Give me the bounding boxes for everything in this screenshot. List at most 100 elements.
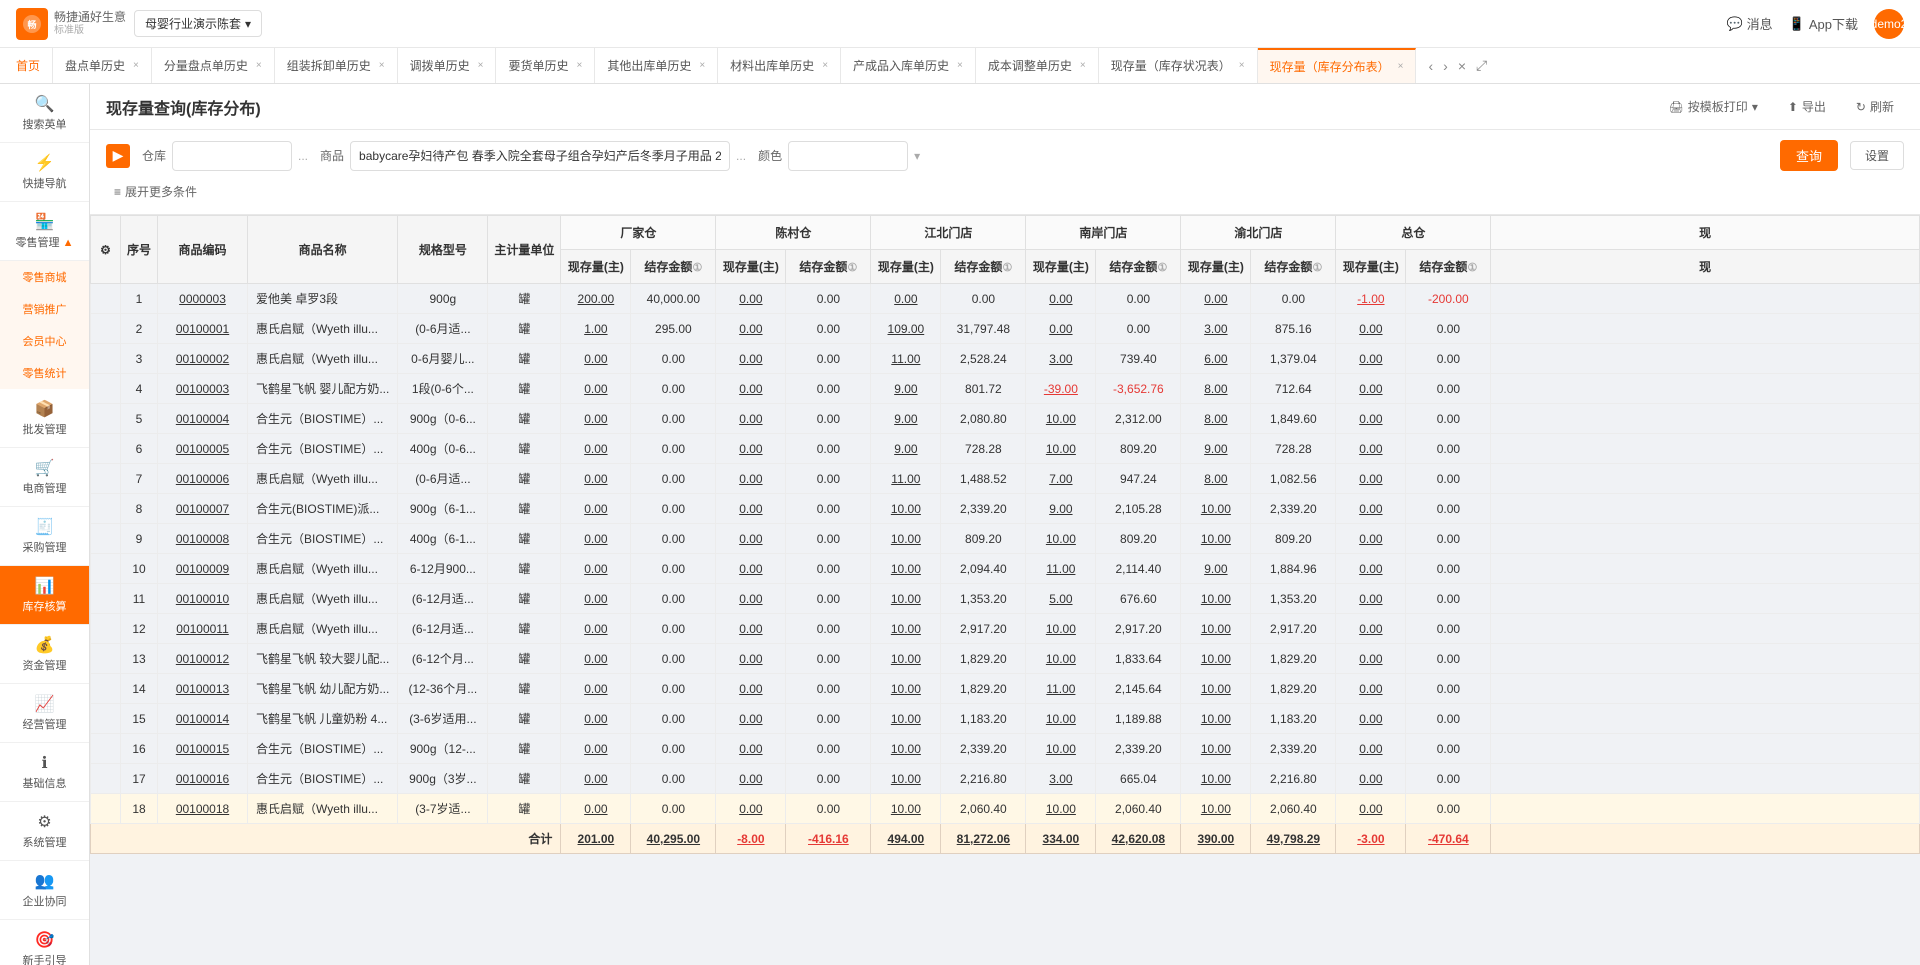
row-c3q[interactable]: 11.00 xyxy=(871,344,941,374)
tab-6[interactable]: 其他出库单历史 × xyxy=(595,48,718,84)
row-c1q[interactable]: 0.00 xyxy=(561,734,631,764)
sidebar-item-guide[interactable]: 🎯 新手引导 xyxy=(0,920,89,965)
row-tq[interactable]: 0.00 xyxy=(1336,464,1406,494)
row-c4q[interactable]: 10.00 xyxy=(1026,734,1096,764)
row-code[interactable]: 00100013 xyxy=(158,674,248,704)
row-c4q[interactable]: 11.00 xyxy=(1026,554,1096,584)
tab-close-4[interactable]: × xyxy=(478,60,484,71)
row-c4q[interactable]: 10.00 xyxy=(1026,524,1096,554)
row-code[interactable]: 00100012 xyxy=(158,644,248,674)
row-c1q[interactable]: 0.00 xyxy=(561,704,631,734)
goods-input[interactable] xyxy=(350,141,730,171)
app-download-action[interactable]: 📱 App下载 xyxy=(1789,14,1858,33)
row-c2q[interactable]: 0.00 xyxy=(716,404,786,434)
footer-c1a[interactable]: 40,295.00 xyxy=(631,824,716,854)
warehouse-ellipsis[interactable]: ... xyxy=(298,149,308,163)
row-c1q[interactable]: 0.00 xyxy=(561,524,631,554)
row-c1q[interactable]: 0.00 xyxy=(561,434,631,464)
row-code[interactable]: 00100003 xyxy=(158,374,248,404)
row-c3q[interactable]: 10.00 xyxy=(871,494,941,524)
footer-c2q[interactable]: -8.00 xyxy=(716,824,786,854)
sidebar-item-purchase[interactable]: 🧾 采购管理 xyxy=(0,507,89,566)
row-c2q[interactable]: 0.00 xyxy=(716,434,786,464)
row-c1q[interactable]: 0.00 xyxy=(561,344,631,374)
row-c1q[interactable]: 0.00 xyxy=(561,494,631,524)
row-c2q[interactable]: 0.00 xyxy=(716,614,786,644)
row-tq[interactable]: 0.00 xyxy=(1336,644,1406,674)
row-c4q[interactable]: 3.00 xyxy=(1026,764,1096,794)
tab-close-6[interactable]: × xyxy=(699,60,705,71)
table-settings-header[interactable]: ⚙ xyxy=(91,216,121,284)
row-tq[interactable]: 0.00 xyxy=(1336,734,1406,764)
refresh-button[interactable]: ↻ 刷新 xyxy=(1846,94,1904,119)
row-c4q[interactable]: 10.00 xyxy=(1026,614,1096,644)
tab-close-all-button[interactable]: × xyxy=(1454,56,1470,76)
row-code[interactable]: 00100002 xyxy=(158,344,248,374)
row-tq[interactable]: 0.00 xyxy=(1336,794,1406,824)
print-button[interactable]: 🖨 按模板打印 ▾ xyxy=(1659,94,1768,119)
tab-5[interactable]: 要货单历史 × xyxy=(496,48,595,84)
row-tq[interactable]: 0.00 xyxy=(1336,374,1406,404)
row-c4q[interactable]: 0.00 xyxy=(1026,314,1096,344)
tab-close-11[interactable]: × xyxy=(1398,61,1404,72)
color-input[interactable] xyxy=(788,141,908,171)
row-c1q[interactable]: 0.00 xyxy=(561,374,631,404)
row-c5q[interactable]: 8.00 xyxy=(1181,404,1251,434)
sidebar-item-operations[interactable]: 📈 经营管理 xyxy=(0,684,89,743)
row-c3q[interactable]: 10.00 xyxy=(871,794,941,824)
row-c2q[interactable]: 0.00 xyxy=(716,284,786,314)
row-c5q[interactable]: 10.00 xyxy=(1181,584,1251,614)
row-c2q[interactable]: 0.00 xyxy=(716,704,786,734)
tab-close-1[interactable]: × xyxy=(133,60,139,71)
row-c1q[interactable]: 0.00 xyxy=(561,404,631,434)
row-c5q[interactable]: 10.00 xyxy=(1181,704,1251,734)
footer-c2a[interactable]: -416.16 xyxy=(786,824,871,854)
row-tq[interactable]: 0.00 xyxy=(1336,524,1406,554)
row-c3q[interactable]: 9.00 xyxy=(871,434,941,464)
row-c1q[interactable]: 0.00 xyxy=(561,554,631,584)
row-c3q[interactable]: 10.00 xyxy=(871,554,941,584)
row-c5q[interactable]: 10.00 xyxy=(1181,734,1251,764)
row-c1q[interactable]: 0.00 xyxy=(561,764,631,794)
row-c5q[interactable]: 10.00 xyxy=(1181,764,1251,794)
row-c4q[interactable]: 11.00 xyxy=(1026,674,1096,704)
row-c1q[interactable]: 0.00 xyxy=(561,674,631,704)
row-tq[interactable]: 0.00 xyxy=(1336,434,1406,464)
row-c3q[interactable]: 10.00 xyxy=(871,674,941,704)
row-code[interactable]: 0000003 xyxy=(158,284,248,314)
row-code[interactable]: 00100018 xyxy=(158,794,248,824)
tab-1[interactable]: 盘点单历史 × xyxy=(53,48,152,84)
row-c1q[interactable]: 0.00 xyxy=(561,644,631,674)
row-c3q[interactable]: 10.00 xyxy=(871,644,941,674)
row-c3q[interactable]: 10.00 xyxy=(871,584,941,614)
expand-conditions-button[interactable]: ≡ 展开更多条件 xyxy=(106,179,1904,204)
row-c5q[interactable]: 6.00 xyxy=(1181,344,1251,374)
row-c2q[interactable]: 0.00 xyxy=(716,344,786,374)
row-code[interactable]: 00100010 xyxy=(158,584,248,614)
row-c4q[interactable]: 0.00 xyxy=(1026,284,1096,314)
color-dropdown-icon[interactable]: ▾ xyxy=(914,149,920,163)
row-c3q[interactable]: 11.00 xyxy=(871,464,941,494)
tab-close-7[interactable]: × xyxy=(822,60,828,71)
avatar[interactable]: demo2 xyxy=(1874,9,1904,39)
tab-9[interactable]: 成本调整单历史 × xyxy=(976,48,1099,84)
tab-close-5[interactable]: × xyxy=(576,60,582,71)
footer-tq[interactable]: -3.00 xyxy=(1336,824,1406,854)
industry-selector[interactable]: 母婴行业演示陈套 ▾ xyxy=(134,10,262,37)
row-c4q[interactable]: 10.00 xyxy=(1026,404,1096,434)
row-code[interactable]: 00100001 xyxy=(158,314,248,344)
footer-c4q[interactable]: 334.00 xyxy=(1026,824,1096,854)
row-tq[interactable]: -1.00 xyxy=(1336,284,1406,314)
sidebar-item-member[interactable]: 会员中心 xyxy=(0,325,89,357)
sidebar-item-search[interactable]: 🔍 搜索英单 xyxy=(0,84,89,143)
row-c4q[interactable]: 9.00 xyxy=(1026,494,1096,524)
tab-11[interactable]: 现存量（库存分布表） × xyxy=(1258,48,1417,84)
row-c4q[interactable]: 5.00 xyxy=(1026,584,1096,614)
sidebar-item-collab[interactable]: 👥 企业协同 xyxy=(0,861,89,920)
row-c3q[interactable]: 10.00 xyxy=(871,734,941,764)
row-c2q[interactable]: 0.00 xyxy=(716,314,786,344)
tab-prev-button[interactable]: ‹ xyxy=(1424,56,1437,76)
message-action[interactable]: 💬 消息 xyxy=(1726,14,1772,33)
warehouse-input[interactable] xyxy=(172,141,292,171)
row-code[interactable]: 00100015 xyxy=(158,734,248,764)
